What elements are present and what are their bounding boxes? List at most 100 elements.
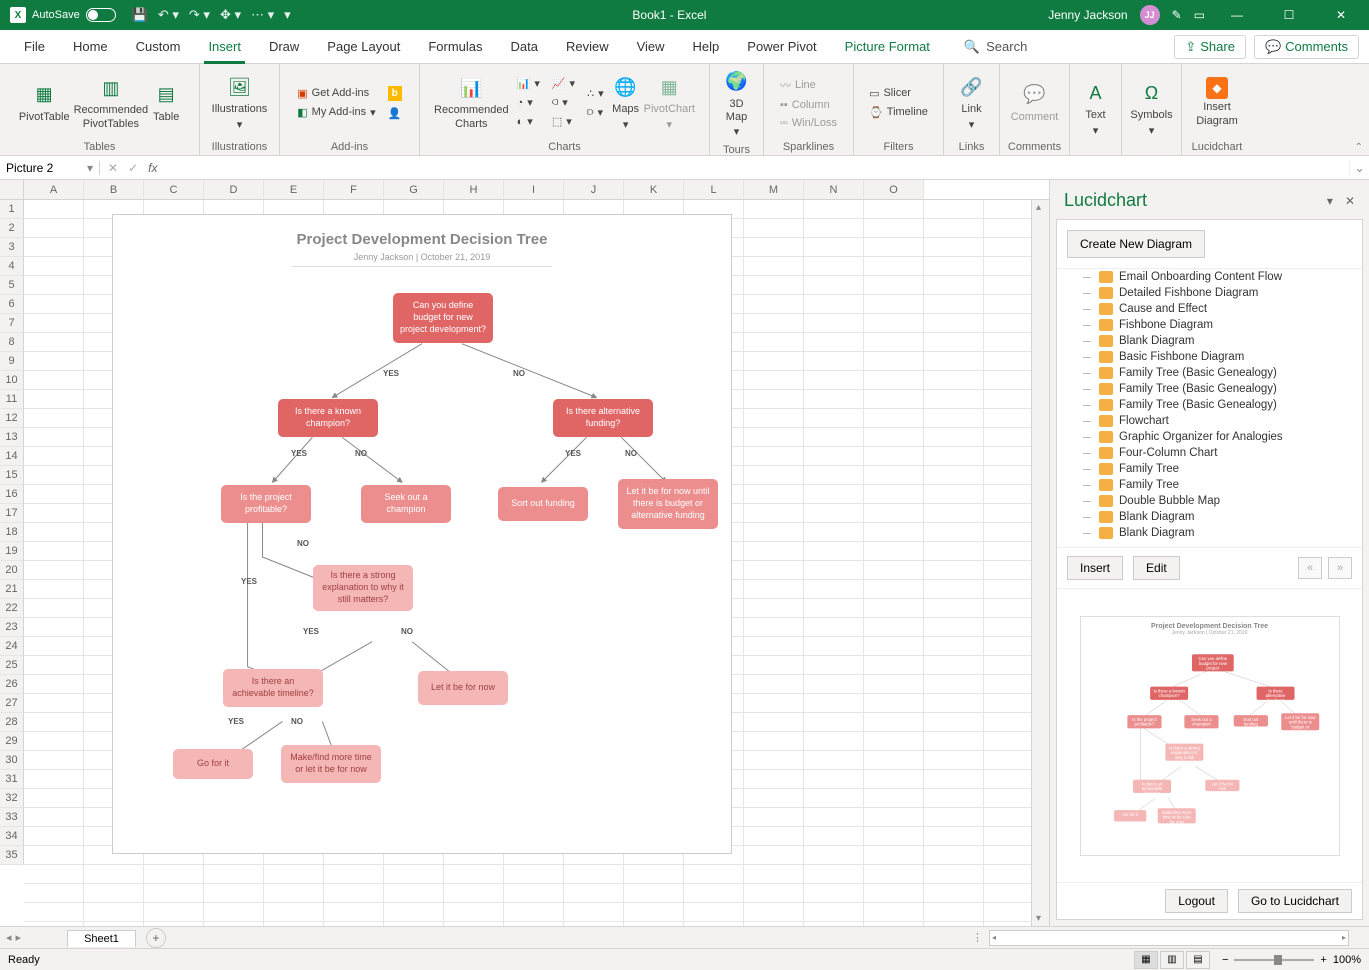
column-header[interactable]: F [324,180,384,199]
row-header[interactable]: 20 [0,561,24,580]
column-header[interactable]: N [804,180,864,199]
name-box[interactable]: Picture 2▾ [0,161,100,175]
column-header[interactable]: I [504,180,564,199]
diagram-list-item[interactable]: Basic Fishbone Diagram [1057,349,1362,365]
waterfall-button[interactable]: ⫐▾ [583,104,608,121]
row-header[interactable]: 1 [0,200,24,219]
new-sheet-button[interactable]: + [146,928,166,948]
confirm-formula-icon[interactable]: ✓ [128,161,138,175]
row-header[interactable]: 18 [0,523,24,542]
ribbon-display-icon[interactable]: ▭ [1194,8,1205,22]
column-header[interactable]: E [264,180,324,199]
panel-edit-button[interactable]: Edit [1133,556,1180,580]
logout-button[interactable]: Logout [1165,889,1228,913]
column-header[interactable]: C [144,180,204,199]
row-header[interactable]: 29 [0,732,24,751]
worksheet-grid[interactable]: ABCDEFGHIJKLMNO 123456789101112131415161… [0,180,1049,926]
diagram-list[interactable]: Email Onboarding Content FlowDetailed Fi… [1057,268,1362,548]
row-header[interactable]: 30 [0,751,24,770]
tab-review[interactable]: Review [552,30,623,64]
tab-page-layout[interactable]: Page Layout [313,30,414,64]
tab-picture-format[interactable]: Picture Format [831,30,944,64]
diagram-list-item[interactable]: Blank Diagram [1057,333,1362,349]
row-header[interactable]: 26 [0,675,24,694]
vertical-scrollbar[interactable] [1031,200,1049,926]
qat-dropdown-icon[interactable]: ⋯ ▾ [251,7,274,23]
line-chart-button[interactable]: 📈▾ [548,75,579,92]
column-header[interactable]: M [744,180,804,199]
bing-maps-button[interactable]: b [384,84,406,103]
panel-insert-button[interactable]: Insert [1067,556,1123,580]
insert-lucidchart-button[interactable]: ◆Insert Diagram [1196,77,1238,127]
column-header[interactable]: O [864,180,924,199]
tab-custom[interactable]: Custom [122,30,195,64]
sheet-nav-prev-icon[interactable]: ◂ [6,931,12,944]
row-header[interactable]: 11 [0,390,24,409]
row-header[interactable]: 16 [0,485,24,504]
row-header[interactable]: 6 [0,295,24,314]
stat-chart-button[interactable]: ⫏▾ [548,94,579,111]
zoom-level[interactable]: 100% [1333,954,1361,966]
sparkline-column-button[interactable]: ▪▪Column [776,97,841,113]
autosave-toggle[interactable]: AutoSave [32,8,116,22]
tab-help[interactable]: Help [679,30,734,64]
column-header[interactable]: D [204,180,264,199]
slicer-button[interactable]: ▭Slicer [865,85,932,102]
pivotchart-button[interactable]: ▦PivotChart▾ [644,73,695,131]
hierarchy-chart-button[interactable]: ◔▾ [513,94,544,111]
diagram-list-item[interactable]: Flowchart [1057,413,1362,429]
diagram-list-item[interactable]: Family Tree [1057,477,1362,493]
minimize-button[interactable]: — [1217,8,1257,22]
undo-icon[interactable]: ↶ ▾ [158,7,179,23]
horizontal-scrollbar[interactable]: ◂▸ [989,930,1349,946]
row-header[interactable]: 24 [0,637,24,656]
embedded-diagram[interactable]: Project Development Decision Tree Jenny … [112,214,732,854]
column-header[interactable]: H [444,180,504,199]
row-header[interactable]: 13 [0,428,24,447]
recommended-pivot-button[interactable]: ▥Recommended PivotTables [74,74,149,130]
cells-area[interactable]: Project Development Decision Tree Jenny … [24,200,1031,926]
panel-close-icon[interactable]: ✕ [1345,194,1355,208]
close-button[interactable]: ✕ [1321,8,1361,22]
link-button[interactable]: 🔗Link▾ [958,73,986,131]
text-button[interactable]: AText▾ [1082,79,1110,137]
row-header[interactable]: 17 [0,504,24,523]
tab-data[interactable]: Data [497,30,552,64]
row-header[interactable]: 12 [0,409,24,428]
touch-mode-icon[interactable]: ✥ ▾ [220,7,241,23]
user-name[interactable]: Jenny Jackson [1048,8,1127,22]
view-normal-button[interactable]: ▦ [1134,951,1158,969]
row-header[interactable]: 34 [0,827,24,846]
scatter-chart-button[interactable]: ∴▾ [583,85,608,102]
sheet-tab-1[interactable]: Sheet1 [67,930,136,947]
people-graph-button[interactable]: 👤 [384,105,406,122]
diagram-list-item[interactable]: Four-Column Chart [1057,445,1362,461]
diagram-list-item[interactable]: Family Tree (Basic Genealogy) [1057,397,1362,413]
coming-soon-icon[interactable]: ✎ [1172,8,1182,22]
row-header[interactable]: 15 [0,466,24,485]
redo-icon[interactable]: ↷ ▾ [189,7,210,23]
toggle-off-icon[interactable] [86,8,116,22]
row-header[interactable]: 8 [0,333,24,352]
search-box[interactable]: 🔍 Search [964,39,1027,55]
get-addins-button[interactable]: ▣Get Add-ins [293,85,379,102]
pager-next-button[interactable]: » [1328,557,1352,579]
symbols-button[interactable]: ΩSymbols▾ [1130,79,1172,137]
row-header[interactable]: 33 [0,808,24,827]
row-header[interactable]: 35 [0,846,24,865]
tab-insert[interactable]: Insert [194,30,255,64]
row-header[interactable]: 23 [0,618,24,637]
share-button[interactable]: ⇪Share [1174,35,1246,59]
row-header[interactable]: 14 [0,447,24,466]
cancel-formula-icon[interactable]: ✕ [108,161,118,175]
view-page-break-button[interactable]: ▤ [1186,951,1210,969]
row-header[interactable]: 7 [0,314,24,333]
diagram-list-item[interactable]: Email Onboarding Content Flow [1057,269,1362,285]
maps-button[interactable]: 🌐Maps▾ [612,73,640,131]
row-header[interactable]: 25 [0,656,24,675]
diagram-list-item[interactable]: Family Tree (Basic Genealogy) [1057,381,1362,397]
diagram-list-item[interactable]: Fishbone Diagram [1057,317,1362,333]
illustrations-button[interactable]: 🖼Illustrations▾ [212,73,268,131]
fx-icon[interactable]: fx [148,161,157,175]
table-button[interactable]: ▤Table [152,81,180,124]
